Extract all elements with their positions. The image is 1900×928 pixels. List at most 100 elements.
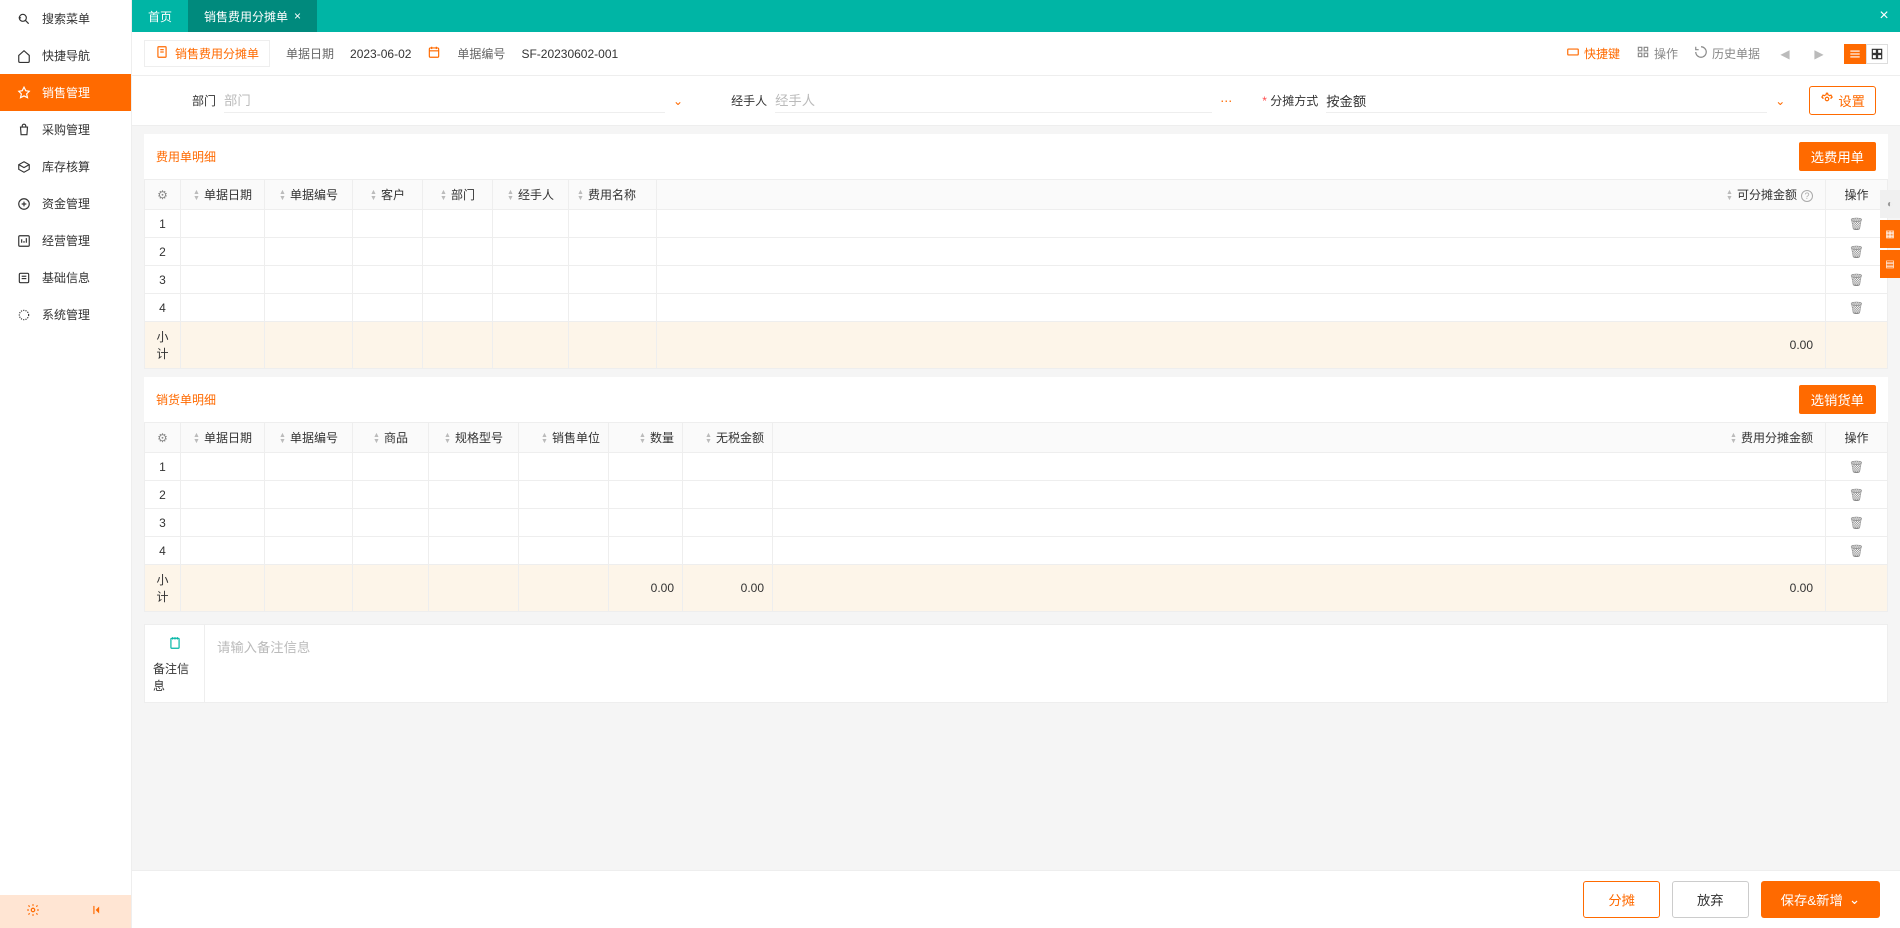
right-tab-3[interactable]: ▤: [1880, 250, 1900, 278]
table-row[interactable]: 3🗑: [145, 266, 1888, 294]
box-icon: [16, 159, 32, 175]
col-product[interactable]: ▲▼商品: [353, 423, 429, 453]
col-customer[interactable]: ▲▼客户: [353, 180, 423, 210]
view-list-button[interactable]: [1844, 44, 1866, 64]
nav-first-icon[interactable]: ◀: [1776, 45, 1794, 63]
sort-icon: ▲▼: [440, 190, 447, 202]
tab-home[interactable]: 首页: [132, 0, 188, 32]
sidebar-item-basedata[interactable]: 基础信息: [0, 259, 131, 296]
sales-icon: [16, 85, 32, 101]
col-handler[interactable]: ▲▼经手人: [493, 180, 569, 210]
sort-icon: ▲▼: [279, 190, 286, 202]
allocate-button[interactable]: 分摊: [1583, 881, 1660, 918]
table-row[interactable]: 3🗑: [145, 509, 1888, 537]
col-date[interactable]: ▲▼单据日期: [181, 180, 265, 210]
sidebar-item-label: 库存核算: [42, 158, 90, 175]
col-feename[interactable]: ▲▼费用名称: [569, 180, 657, 210]
sidebar-item-sales[interactable]: 销售管理: [0, 74, 131, 111]
sidebar-search[interactable]: 搜索菜单: [0, 0, 131, 37]
document-icon: [155, 45, 169, 62]
subtotal-feealloc: 0.00: [773, 565, 1826, 612]
history-link[interactable]: 历史单据: [1694, 45, 1760, 62]
chevron-down-icon[interactable]: ⌄: [1775, 94, 1785, 108]
sales-table: ⚙ ▲▼单据日期 ▲▼单据编号 ▲▼商品 ▲▼规格型号 ▲▼销售单位 ▲▼数量 …: [144, 422, 1888, 612]
trash-icon[interactable]: 🗑: [1849, 488, 1864, 502]
tab-label: 首页: [148, 8, 172, 25]
col-dept[interactable]: ▲▼部门: [423, 180, 493, 210]
trash-icon[interactable]: 🗑: [1849, 217, 1864, 231]
more-icon[interactable]: ⋯: [1220, 94, 1234, 108]
sidebar-search-label: 搜索菜单: [42, 10, 90, 27]
right-tab-2[interactable]: ▦: [1880, 220, 1900, 248]
calendar-icon[interactable]: [427, 45, 441, 62]
close-icon[interactable]: ×: [294, 9, 301, 23]
dept-label: 部门: [156, 92, 216, 109]
sidebar-item-purchase[interactable]: 采购管理: [0, 111, 131, 148]
trash-icon[interactable]: 🗑: [1849, 516, 1864, 530]
tab-sales-expense-allocation[interactable]: 销售费用分摊单 ×: [188, 0, 317, 32]
subtotal-qty: 0.00: [609, 565, 683, 612]
col-notax[interactable]: ▲▼无税金额: [683, 423, 773, 453]
trash-icon[interactable]: 🗑: [1849, 460, 1864, 474]
col-feealloc[interactable]: ▲▼费用分摊金额: [773, 423, 1826, 453]
document-header: 销售费用分摊单 单据日期 2023-06-02 单据编号 SF-20230602…: [132, 32, 1900, 76]
sidebar-item-inventory[interactable]: 库存核算: [0, 148, 131, 185]
sidebar-settings-button[interactable]: [0, 895, 66, 928]
expense-title: 费用单明细: [156, 148, 216, 165]
dept-input[interactable]: [224, 89, 665, 113]
operate-label: 操作: [1654, 45, 1678, 62]
shortcut-link[interactable]: 快捷键: [1566, 45, 1620, 62]
table-row[interactable]: 4🗑: [145, 537, 1888, 565]
nav-prev-icon[interactable]: ▶: [1810, 45, 1828, 63]
table-row[interactable]: 1🗑: [145, 210, 1888, 238]
col-allocable[interactable]: ▲▼可分摊金额?: [657, 180, 1826, 210]
chevron-down-icon[interactable]: ⌄: [673, 94, 683, 108]
docno-value: SF-20230602-001: [521, 47, 618, 61]
table-row[interactable]: 1🗑: [145, 453, 1888, 481]
discard-button[interactable]: 放弃: [1672, 881, 1749, 918]
bag-icon: [16, 122, 32, 138]
col-spec[interactable]: ▲▼规格型号: [429, 423, 519, 453]
trash-icon[interactable]: 🗑: [1849, 301, 1864, 315]
settings-button[interactable]: 设置: [1809, 86, 1876, 115]
date-value[interactable]: 2023-06-02: [350, 47, 411, 61]
trash-icon[interactable]: 🗑: [1849, 245, 1864, 259]
trash-icon[interactable]: 🗑: [1849, 544, 1864, 558]
home-icon: [16, 48, 32, 64]
select-sales-button[interactable]: 选销货单: [1799, 385, 1876, 414]
col-unit[interactable]: ▲▼销售单位: [519, 423, 609, 453]
operate-link[interactable]: 操作: [1636, 45, 1678, 62]
sidebar-item-system[interactable]: 系统管理: [0, 296, 131, 333]
table-row[interactable]: 2🗑: [145, 238, 1888, 266]
expense-section: 费用单明细 选费用单 ⚙ ▲▼单据日期 ▲▼单据编号 ▲▼客户 ▲▼部门 ▲▼经…: [144, 134, 1888, 369]
subtotal-label: 小计: [145, 565, 181, 612]
sidebar-item-funds[interactable]: 资金管理: [0, 185, 131, 222]
right-tab-1[interactable]: ◐: [1880, 190, 1900, 218]
table-row[interactable]: 4🗑: [145, 294, 1888, 322]
gear-icon: [1820, 92, 1834, 109]
remarks-input[interactable]: [205, 625, 1887, 702]
table-row[interactable]: 2🗑: [145, 481, 1888, 509]
save-add-button[interactable]: 保存&新增 ⌄: [1761, 881, 1880, 918]
col-gear[interactable]: ⚙: [145, 180, 181, 210]
select-expense-button[interactable]: 选费用单: [1799, 142, 1876, 171]
col-gear[interactable]: ⚙: [145, 423, 181, 453]
handler-input[interactable]: [775, 89, 1212, 113]
sidebar-item-operations[interactable]: 经营管理: [0, 222, 131, 259]
sidebar-collapse-button[interactable]: [66, 895, 132, 928]
subtotal-row: 小计0.00: [145, 322, 1888, 369]
sidebar-item-quicknav[interactable]: 快捷导航: [0, 37, 131, 74]
view-grid-button[interactable]: [1866, 44, 1888, 64]
col-qty[interactable]: ▲▼数量: [609, 423, 683, 453]
date-label: 单据日期: [286, 45, 334, 62]
col-date[interactable]: ▲▼单据日期: [181, 423, 265, 453]
note-icon: [168, 633, 182, 656]
col-docno[interactable]: ▲▼单据编号: [265, 180, 353, 210]
col-docno[interactable]: ▲▼单据编号: [265, 423, 353, 453]
tabbar: 首页 销售费用分摊单 × ×: [132, 0, 1900, 32]
help-icon[interactable]: ?: [1801, 190, 1813, 202]
alloc-input[interactable]: [1326, 89, 1767, 113]
trash-icon[interactable]: 🗑: [1849, 273, 1864, 287]
sort-icon: ▲▼: [279, 433, 286, 445]
tabbar-close-all[interactable]: ×: [1868, 7, 1900, 25]
